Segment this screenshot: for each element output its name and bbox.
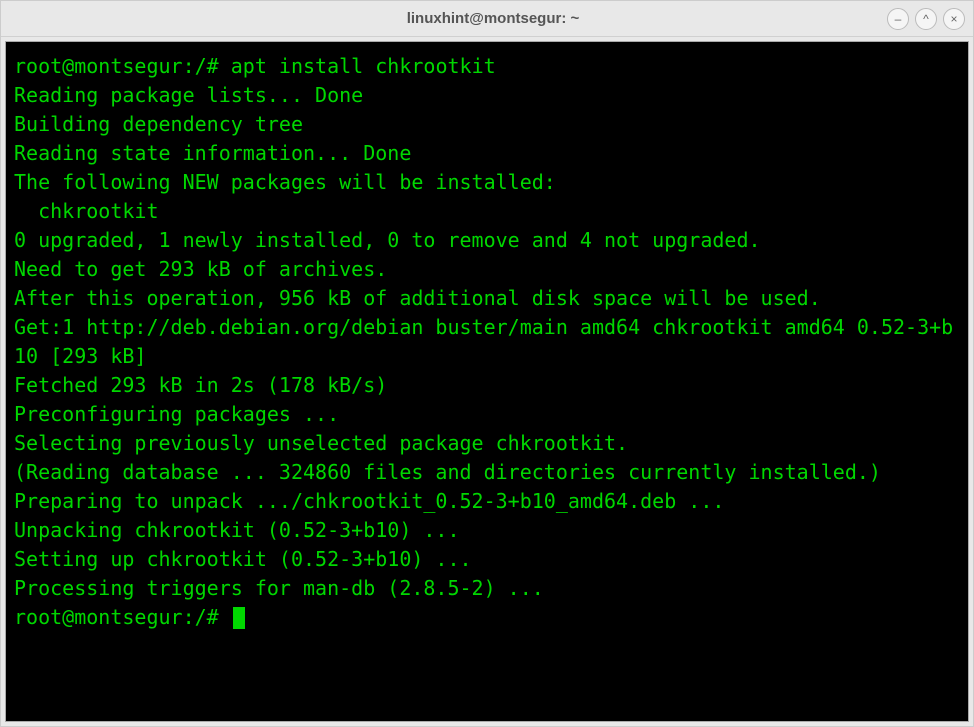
prompt-end: root@montsegur:/# <box>14 605 231 629</box>
terminal-output-line: Need to get 293 kB of archives. <box>14 255 960 284</box>
prompt: root@montsegur:/# <box>14 54 231 78</box>
terminal-output-line: The following NEW packages will be insta… <box>14 168 960 197</box>
close-button[interactable]: × <box>943 8 965 30</box>
terminal-content[interactable]: root@montsegur:/# apt install chkrootkit… <box>5 41 969 722</box>
terminal-output: Reading package lists... DoneBuilding de… <box>14 81 960 603</box>
terminal-window: linuxhint@montsegur: ~ – ^ × root@montse… <box>0 0 974 727</box>
minimize-icon: – <box>895 13 902 25</box>
terminal-output-line: chkrootkit <box>14 197 960 226</box>
minimize-button[interactable]: – <box>887 8 909 30</box>
terminal-output-line: (Reading database ... 324860 files and d… <box>14 458 960 487</box>
prompt-line-end: root@montsegur:/# <box>14 603 960 632</box>
window-controls: – ^ × <box>887 8 965 30</box>
terminal-output-line: Processing triggers for man-db (2.8.5-2)… <box>14 574 960 603</box>
titlebar: linuxhint@montsegur: ~ – ^ × <box>1 1 973 37</box>
terminal-output-line: Preparing to unpack .../chkrootkit_0.52-… <box>14 487 960 516</box>
terminal-output-line: 0 upgraded, 1 newly installed, 0 to remo… <box>14 226 960 255</box>
command-text: apt install chkrootkit <box>231 54 496 78</box>
terminal-output-line: Reading package lists... Done <box>14 81 960 110</box>
close-icon: × <box>950 13 957 25</box>
terminal-output-line: Fetched 293 kB in 2s (178 kB/s) <box>14 371 960 400</box>
terminal-output-line: Building dependency tree <box>14 110 960 139</box>
terminal-output-line: Setting up chkrootkit (0.52-3+b10) ... <box>14 545 960 574</box>
maximize-icon: ^ <box>923 13 929 25</box>
command-line: root@montsegur:/# apt install chkrootkit <box>14 52 960 81</box>
terminal-output-line: Reading state information... Done <box>14 139 960 168</box>
maximize-button[interactable]: ^ <box>915 8 937 30</box>
terminal-output-line: After this operation, 956 kB of addition… <box>14 284 960 313</box>
terminal-output-line: Get:1 http://deb.debian.org/debian buste… <box>14 313 960 371</box>
terminal-output-line: Unpacking chkrootkit (0.52-3+b10) ... <box>14 516 960 545</box>
cursor-icon <box>233 607 245 629</box>
terminal-output-line: Preconfiguring packages ... <box>14 400 960 429</box>
terminal-output-line: Selecting previously unselected package … <box>14 429 960 458</box>
window-title: linuxhint@montsegur: ~ <box>99 10 887 27</box>
